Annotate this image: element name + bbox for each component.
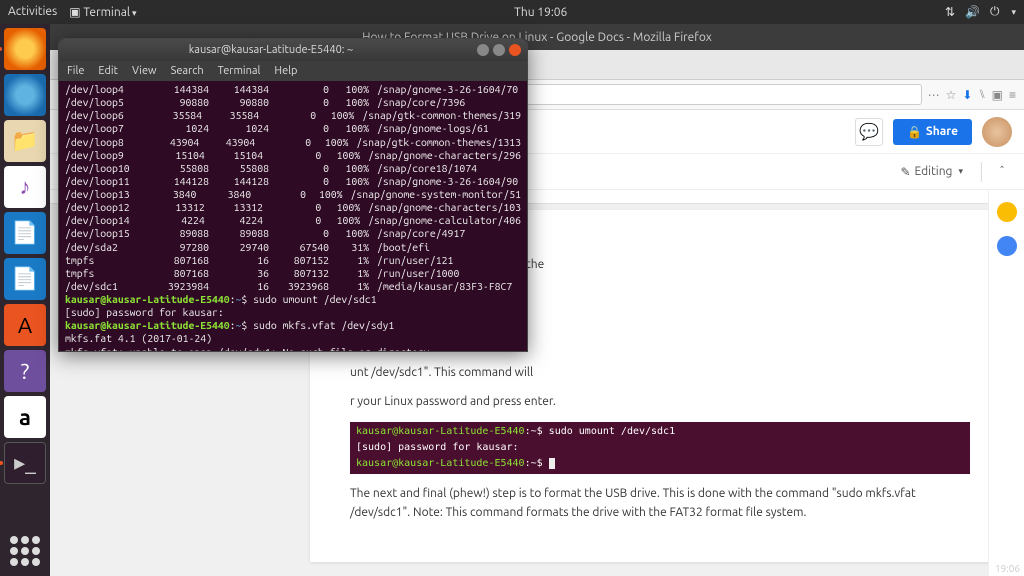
share-label: Share bbox=[926, 125, 958, 138]
df-row: /dev/loop7102410240100%/snap/gnome-logs/… bbox=[65, 122, 521, 135]
dock-libreoffice-writer[interactable]: 📄 bbox=[4, 212, 46, 254]
df-row: /dev/loop843904439040100%/snap/gtk-commo… bbox=[65, 136, 521, 149]
activities-button[interactable]: Activities bbox=[8, 5, 57, 19]
dock-help[interactable]: ? bbox=[4, 350, 46, 392]
appmenu-button[interactable]: ▣ Terminal▾ bbox=[69, 5, 136, 19]
network-icon[interactable]: ⇅ bbox=[945, 5, 955, 19]
tasks-icon[interactable] bbox=[997, 236, 1017, 256]
dock-libreoffice-writer2[interactable]: 📄 bbox=[4, 258, 46, 300]
power-icon[interactable]: ⏻ bbox=[990, 5, 1000, 19]
menu-edit[interactable]: Edit bbox=[98, 65, 118, 77]
df-row: /dev/loop1589088890880100%/snap/core/491… bbox=[65, 227, 521, 240]
df-row: /dev/loop14422442240100%/snap/gnome-calc… bbox=[65, 214, 521, 227]
terminal-menubar: File Edit View Search Terminal Help bbox=[59, 61, 527, 81]
df-row: /dev/loop1213312133120100%/snap/gnome-ch… bbox=[65, 201, 521, 214]
window-close-icon[interactable] bbox=[509, 44, 521, 56]
terminal-line: mkfs.vfat: unable to open /dev/sdy1: No … bbox=[65, 346, 521, 352]
df-row: /dev/loop635584355840100%/snap/gtk-commo… bbox=[65, 109, 521, 122]
menu-terminal[interactable]: Terminal bbox=[218, 65, 261, 77]
editing-mode-dropdown[interactable]: ✎ Editing ▾ bbox=[890, 161, 973, 183]
user-avatar[interactable] bbox=[982, 117, 1012, 147]
dock-thunderbird[interactable] bbox=[4, 74, 46, 116]
pencil-icon: ✎ bbox=[900, 165, 910, 179]
expand-toolbar-icon[interactable]: ˆ bbox=[990, 160, 1014, 184]
df-row: /dev/loop111441281441280100%/snap/gnome-… bbox=[65, 175, 521, 188]
share-button[interactable]: 🔒 Share bbox=[893, 119, 972, 145]
terminal-line: kausar@kausar-Latitude-E5440:~$ sudo mkf… bbox=[65, 319, 521, 332]
menu-file[interactable]: File bbox=[67, 65, 84, 77]
library-icon[interactable]: ⑊ bbox=[978, 88, 985, 101]
df-row: /dev/loop1055808558080100%/snap/core18/1… bbox=[65, 162, 521, 175]
terminal-line: [sudo] password for kausar: bbox=[65, 306, 521, 319]
df-row: /dev/loop915104151040100%/snap/gnome-cha… bbox=[65, 149, 521, 162]
chevron-down-icon: ▾ bbox=[958, 166, 963, 177]
sidebar-icon[interactable]: ▣ bbox=[992, 88, 1003, 102]
dock-ubuntu-software[interactable]: A bbox=[4, 304, 46, 346]
gdocs-side-panel bbox=[988, 190, 1024, 576]
df-row: /dev/loop590880908800100%/snap/core/7396 bbox=[65, 96, 521, 109]
window-maximize-icon[interactable] bbox=[493, 44, 505, 56]
terminal-window[interactable]: kausar@kausar-Latitude-E5440: ~ File Edi… bbox=[58, 38, 528, 352]
gnome-topbar: Activities ▣ Terminal▾ Thu 19:06 ⇅ 🔊 ⏻ ▾ bbox=[0, 0, 1024, 24]
df-row: /dev/sdc139239841639239681%/media/kausar… bbox=[65, 280, 521, 293]
menu-help[interactable]: Help bbox=[274, 65, 297, 77]
page-text: unt /dev/sdc1". This command will bbox=[350, 363, 970, 382]
df-row: /dev/sda297280297406754031%/boot/efi bbox=[65, 241, 521, 254]
keep-icon[interactable] bbox=[997, 202, 1017, 222]
ubuntu-dock: 📁 ♪ 📄 📄 A ? a ▸_ bbox=[0, 24, 50, 576]
lock-icon: 🔒 bbox=[907, 125, 922, 139]
terminal-line: kausar@kausar-Latitude-E5440:~$ sudo umo… bbox=[65, 293, 521, 306]
df-row: tmpfs807168368071321%/run/user/1000 bbox=[65, 267, 521, 280]
appmenu-label: Terminal bbox=[83, 6, 130, 19]
menu-search[interactable]: Search bbox=[171, 65, 204, 77]
dock-amazon[interactable]: a bbox=[4, 396, 46, 438]
bottom-clock: 19:06 bbox=[995, 563, 1020, 574]
menu-view[interactable]: View bbox=[132, 65, 157, 77]
code-block: kausar@kausar-Latitude-E5440:~$ sudo umo… bbox=[350, 422, 970, 474]
show-applications-button[interactable] bbox=[10, 536, 40, 566]
comments-button[interactable]: 💬 bbox=[855, 118, 883, 146]
dock-firefox[interactable] bbox=[4, 28, 46, 70]
bookmark-icon[interactable]: ☆ bbox=[946, 88, 957, 102]
window-minimize-icon[interactable] bbox=[477, 44, 489, 56]
more-icon[interactable]: ⋯ bbox=[928, 88, 940, 102]
dock-files[interactable]: 📁 bbox=[4, 120, 46, 162]
page-text: r your Linux password and press enter. bbox=[350, 392, 970, 411]
df-row: tmpfs807168168071521%/run/user/121 bbox=[65, 254, 521, 267]
page-text: The next and final (phew!) step is to fo… bbox=[350, 484, 970, 522]
terminal-body[interactable]: /dev/loop41443841443840100%/snap/gnome-3… bbox=[59, 81, 527, 351]
terminal-title: kausar@kausar-Latitude-E5440: ~ bbox=[65, 44, 477, 56]
editing-label: Editing bbox=[915, 165, 953, 178]
firefox-menu-icon[interactable]: ≡ bbox=[1009, 88, 1016, 102]
df-row: /dev/loop41443841443840100%/snap/gnome-3… bbox=[65, 83, 521, 96]
dock-terminal[interactable]: ▸_ bbox=[4, 442, 46, 484]
chevron-down-icon[interactable]: ▾ bbox=[1011, 7, 1016, 18]
df-row: /dev/loop13384038400100%/snap/gnome-syst… bbox=[65, 188, 521, 201]
terminal-line: mkfs.fat 4.1 (2017-01-24) bbox=[65, 332, 521, 345]
clock[interactable]: Thu 19:06 bbox=[514, 6, 567, 19]
volume-icon[interactable]: 🔊 bbox=[965, 5, 980, 19]
terminal-titlebar[interactable]: kausar@kausar-Latitude-E5440: ~ bbox=[59, 39, 527, 61]
dock-rhythmbox[interactable]: ♪ bbox=[4, 166, 46, 208]
download-icon[interactable]: ⬇ bbox=[962, 88, 972, 102]
